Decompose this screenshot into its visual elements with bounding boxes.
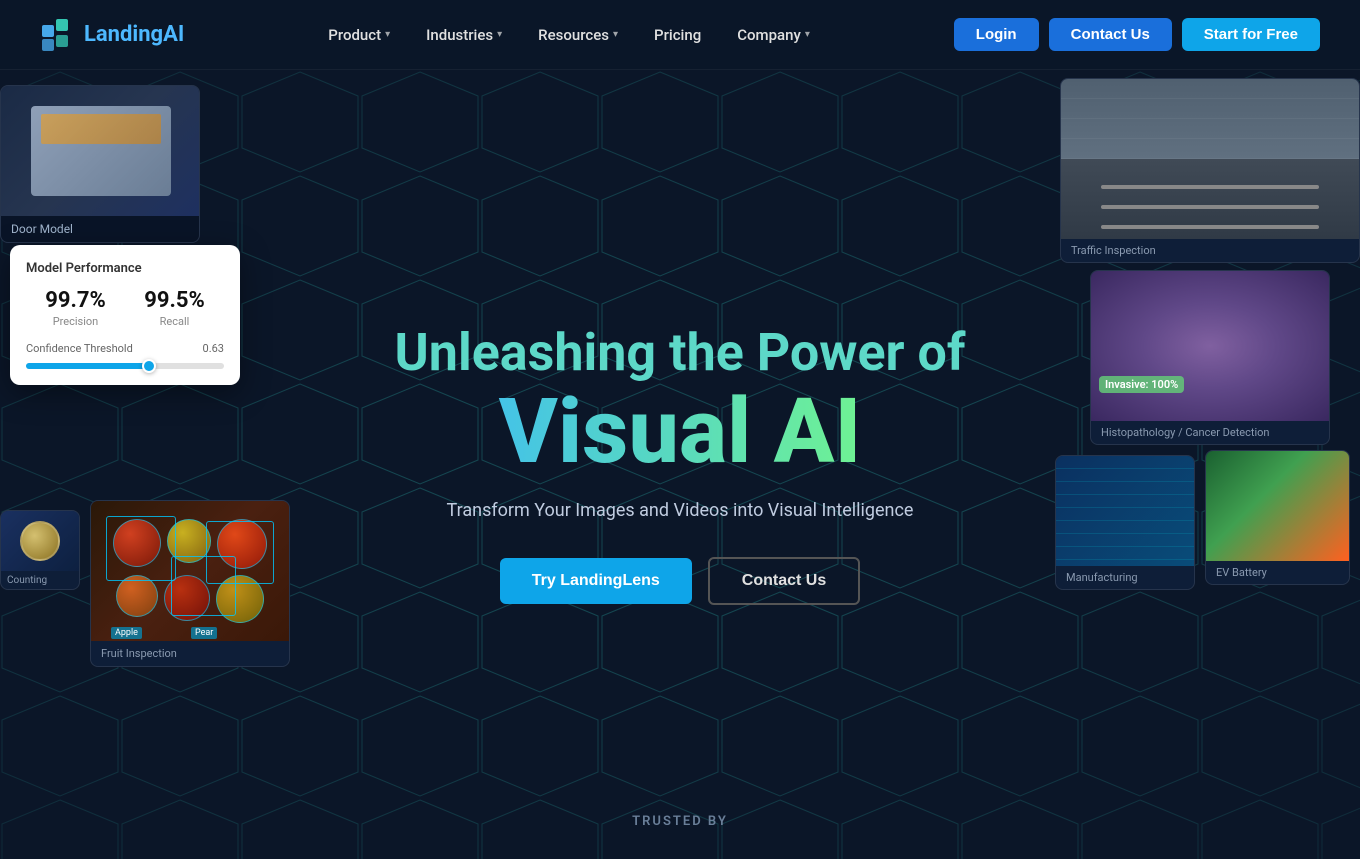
card-counting: Counting <box>0 510 80 590</box>
card-ev-battery: EV Battery <box>1205 450 1350 585</box>
confidence-value: 0.63 <box>203 342 224 355</box>
hero-headline-line1: Unleashing the Power of <box>395 324 966 381</box>
chevron-down-icon: ▾ <box>613 29 618 40</box>
landing-ai-logo-icon <box>40 17 76 53</box>
ev-image <box>1206 451 1349 561</box>
card-traffic-inspection: Traffic Inspection <box>1060 78 1360 263</box>
nav-contact-button[interactable]: Contact Us <box>1049 18 1172 51</box>
confidence-bar-fill <box>26 363 151 369</box>
counting-label: Counting <box>1 571 79 590</box>
histo-image: Invasive: 100% <box>1091 271 1329 421</box>
ev-label: EV Battery <box>1206 561 1349 584</box>
recall-label: Recall <box>144 315 205 328</box>
recall-value: 99.5% <box>144 288 205 313</box>
card-histopathology: Invasive: 100% Histopathology / Cancer D… <box>1090 270 1330 445</box>
perf-title: Model Performance <box>26 261 224 276</box>
chevron-down-icon: ▾ <box>805 29 810 40</box>
card-manufacturing: Manufacturing <box>1055 455 1195 590</box>
door-model-label: Door Model <box>1 216 199 242</box>
card-model-performance: Model Performance 99.7% Precision 99.5% … <box>10 245 240 385</box>
nav-links: Product ▾ Industries ▾ Resources ▾ Prici… <box>312 18 826 52</box>
trusted-by: TRUSTED BY <box>632 814 728 829</box>
card-fruit-inspection: Apple Pear Fruit Inspection <box>90 500 290 667</box>
confidence-bar-thumb <box>142 359 156 373</box>
traffic-image <box>1061 79 1359 239</box>
mfg-label: Manufacturing <box>1056 566 1194 589</box>
precision-value: 99.7% <box>45 288 106 313</box>
hero-section: Door Model Model Performance 99.7% Preci… <box>0 70 1360 859</box>
nav-item-product[interactable]: Product ▾ <box>312 18 406 52</box>
hero-buttons: Try LandingLens Contact Us <box>395 557 966 605</box>
perf-metrics: 99.7% Precision 99.5% Recall <box>26 288 224 328</box>
confidence-row: Confidence Threshold 0.63 <box>26 342 224 355</box>
mfg-image <box>1056 456 1194 566</box>
navbar: LandingAI Product ▾ Industries ▾ Resourc… <box>0 0 1360 70</box>
logo-link[interactable]: LandingAI <box>40 17 184 53</box>
card-door-model: Door Model <box>0 85 200 243</box>
try-landinglens-button[interactable]: Try LandingLens <box>500 558 692 604</box>
nav-actions: Login Contact Us Start for Free <box>954 18 1320 51</box>
fruit-label: Fruit Inspection <box>91 641 289 666</box>
login-button[interactable]: Login <box>954 18 1039 51</box>
door-model-image <box>1 86 199 216</box>
confidence-bar[interactable] <box>26 363 224 369</box>
nav-item-company[interactable]: Company ▾ <box>721 18 826 52</box>
logo-text: LandingAI <box>84 22 184 47</box>
recall-metric: 99.5% Recall <box>144 288 205 328</box>
confidence-label: Confidence Threshold <box>26 342 133 355</box>
precision-label: Precision <box>45 315 106 328</box>
chevron-down-icon: ▾ <box>385 29 390 40</box>
hero-content: Unleashing the Power of Visual AI Transf… <box>395 324 966 605</box>
nav-item-pricing[interactable]: Pricing <box>638 18 717 52</box>
nav-item-industries[interactable]: Industries ▾ <box>410 18 518 52</box>
invasive-badge: Invasive: 100% <box>1099 376 1184 393</box>
traffic-label: Traffic Inspection <box>1061 239 1359 262</box>
fruit-image: Apple Pear <box>91 501 289 641</box>
chevron-down-icon: ▾ <box>497 29 502 40</box>
hero-headline-line2: Visual AI <box>395 385 966 480</box>
side-cards-left: Door Model Model Performance 99.7% Preci… <box>0 70 310 859</box>
start-for-free-button[interactable]: Start for Free <box>1182 18 1320 51</box>
hero-subtitle: Transform Your Images and Videos into Vi… <box>395 500 966 521</box>
side-cards-right: Traffic Inspection Invasive: 100% Histop… <box>1040 70 1360 859</box>
precision-metric: 99.7% Precision <box>45 288 106 328</box>
hero-contact-button[interactable]: Contact Us <box>708 557 860 605</box>
counting-image <box>1 511 79 571</box>
nav-item-resources[interactable]: Resources ▾ <box>522 18 634 52</box>
histo-label: Histopathology / Cancer Detection <box>1091 421 1329 444</box>
